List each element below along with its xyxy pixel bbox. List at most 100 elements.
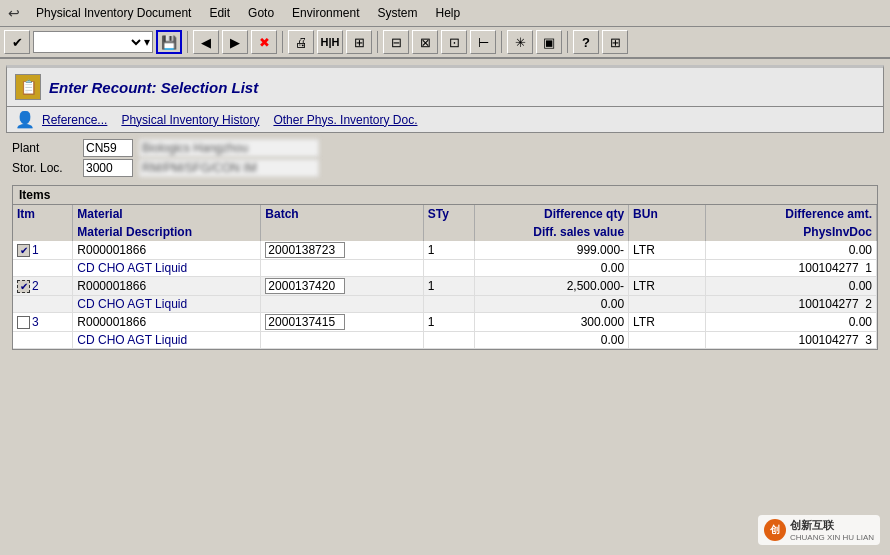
form-area: Plant CN59 Biologics Hangzhou Stor. Loc.… (6, 137, 884, 181)
row3-desc-batch (261, 332, 423, 349)
menu-goto[interactable]: Goto (240, 4, 282, 22)
table-row-desc: CD CHO AGT Liquid 0.00 100104277 3 (13, 332, 877, 349)
forward-button[interactable]: ▶ (222, 30, 248, 54)
menu-items: Physical Inventory Document Edit Goto En… (28, 4, 468, 22)
custom-button[interactable]: ⊞ (602, 30, 628, 54)
row1-sty: 1 (423, 241, 474, 260)
row2-diffsales: 0.00 (475, 296, 629, 313)
row3-bun: LTR (629, 313, 706, 332)
row2-sty: 1 (423, 277, 474, 296)
items-header: Items (13, 186, 877, 205)
watermark-text: 创新互联 CHUANG XIN HU LIAN (790, 518, 874, 542)
items-section: Items Itm Material Batch STy Difference … (12, 185, 878, 350)
items-table: Itm Material Batch STy Difference qty BU… (13, 205, 877, 349)
star-button[interactable]: ✳ (507, 30, 533, 54)
row1-matdesc: CD CHO AGT Liquid (73, 260, 261, 277)
find2-button[interactable]: ⊞ (346, 30, 372, 54)
tool1-button[interactable]: ⊟ (383, 30, 409, 54)
row3-desc-sty (423, 332, 474, 349)
phys-inv-history-button[interactable]: Physical Inventory History (118, 112, 262, 128)
storloc-description: RM/PM/SFG/CON IM (139, 159, 319, 177)
row1-material: R000001866 (73, 241, 261, 260)
command-combo[interactable]: ▾ (33, 31, 153, 53)
row2-diffamt: 0.00 (706, 277, 877, 296)
row3-batch-input[interactable]: 2000137415 (265, 314, 345, 330)
row2-desc-batch (261, 296, 423, 313)
table-row: 3 R000001866 2000137415 1 300.000 LTR 0.… (13, 313, 877, 332)
row3-batch[interactable]: 2000137415 (261, 313, 423, 332)
row2-num: 2 (32, 279, 39, 293)
sub-toolbar: 👤 Reference... Physical Inventory Histor… (6, 107, 884, 133)
find-button[interactable]: H|H (317, 30, 343, 54)
col-header-diffqty: Difference qty (475, 205, 629, 223)
print-button[interactable]: 🖨 (288, 30, 314, 54)
table-row: ✔ 1 R000001866 2000138723 1 999.000- LTR… (13, 241, 877, 260)
command-select[interactable] (36, 35, 144, 49)
table-row-desc: CD CHO AGT Liquid 0.00 100104277 1 (13, 260, 877, 277)
row2-material: R000001866 (73, 277, 261, 296)
sep-5 (567, 31, 568, 53)
sep-1 (187, 31, 188, 53)
storloc-code[interactable]: 3000 (83, 159, 133, 177)
row1-checkbox[interactable]: ✔ (17, 244, 30, 257)
col-header-sty: STy (423, 205, 474, 223)
menu-system[interactable]: System (369, 4, 425, 22)
col-header-physinvdoc: PhysInvDoc (706, 223, 877, 241)
row1-diffsales: 0.00 (475, 260, 629, 277)
row3-desc-bun (629, 332, 706, 349)
col-header-empty3 (423, 223, 474, 241)
watermark: 创 创新互联 CHUANG XIN HU LIAN (758, 515, 880, 545)
row1-desc-itm (13, 260, 73, 277)
img-button[interactable]: ▣ (536, 30, 562, 54)
menu-help[interactable]: Help (428, 4, 469, 22)
sep-3 (377, 31, 378, 53)
tool4-button[interactable]: ⊢ (470, 30, 496, 54)
cancel-button[interactable]: ✖ (251, 30, 277, 54)
table-row-desc: CD CHO AGT Liquid 0.00 100104277 2 (13, 296, 877, 313)
row2-bun: LTR (629, 277, 706, 296)
watermark-circle: 创 (764, 519, 786, 541)
check-button[interactable]: ✔ (4, 30, 30, 54)
page-title: Enter Recount: Selection List (49, 79, 258, 96)
row1-itm: ✔ 1 (13, 241, 73, 260)
row2-desc-sty (423, 296, 474, 313)
row2-batch[interactable]: 2000137420 (261, 277, 423, 296)
header-icon: 📋 (15, 74, 41, 100)
row1-physinvdoc: 100104277 1 (706, 260, 877, 277)
header-panel: 📋 Enter Recount: Selection List (6, 65, 884, 107)
tool2-button[interactable]: ⊠ (412, 30, 438, 54)
row1-batch-input[interactable]: 2000138723 (265, 242, 345, 258)
back-button[interactable]: ◀ (193, 30, 219, 54)
col-header-empty (13, 223, 73, 241)
plant-code[interactable]: CN59 (83, 139, 133, 157)
tool3-button[interactable]: ⊡ (441, 30, 467, 54)
plant-row: Plant CN59 Biologics Hangzhou (12, 139, 878, 157)
storloc-label: Stor. Loc. (12, 161, 77, 175)
col-header-bun: BUn (629, 205, 706, 223)
menu-environment[interactable]: Environment (284, 4, 367, 22)
row3-physinvdoc: 100104277 3 (706, 332, 877, 349)
menu-phys-inv-doc[interactable]: Physical Inventory Document (28, 4, 199, 22)
row3-itm: 3 (13, 313, 73, 332)
reference-button[interactable]: Reference... (39, 112, 110, 128)
help-button[interactable]: ? (573, 30, 599, 54)
person-icon: 👤 (15, 110, 35, 129)
row2-checkbox[interactable]: ✔ (17, 280, 30, 293)
row3-checkbox[interactable] (17, 316, 30, 329)
row2-physinvdoc: 100104277 2 (706, 296, 877, 313)
save-button[interactable]: 💾 (156, 30, 182, 54)
col-header-matdesc: Material Description (73, 223, 261, 241)
col-header-diffsales: Diff. sales value (475, 223, 629, 241)
table-header-row-2: Material Description Diff. sales value P… (13, 223, 877, 241)
row3-material: R000001866 (73, 313, 261, 332)
row2-batch-input[interactable]: 2000137420 (265, 278, 345, 294)
row2-diffqty: 2,500.000- (475, 277, 629, 296)
other-phys-inv-button[interactable]: Other Phys. Inventory Doc. (270, 112, 420, 128)
toolbar: ✔ ▾ 💾 ◀ ▶ ✖ 🖨 H|H ⊞ ⊟ ⊠ ⊡ ⊢ ✳ ▣ ? ⊞ (0, 27, 890, 59)
row1-num: 1 (32, 243, 39, 257)
row3-num: 3 (32, 315, 39, 329)
row1-desc-bun (629, 260, 706, 277)
sep-4 (501, 31, 502, 53)
row1-batch[interactable]: 2000138723 (261, 241, 423, 260)
menu-edit[interactable]: Edit (201, 4, 238, 22)
